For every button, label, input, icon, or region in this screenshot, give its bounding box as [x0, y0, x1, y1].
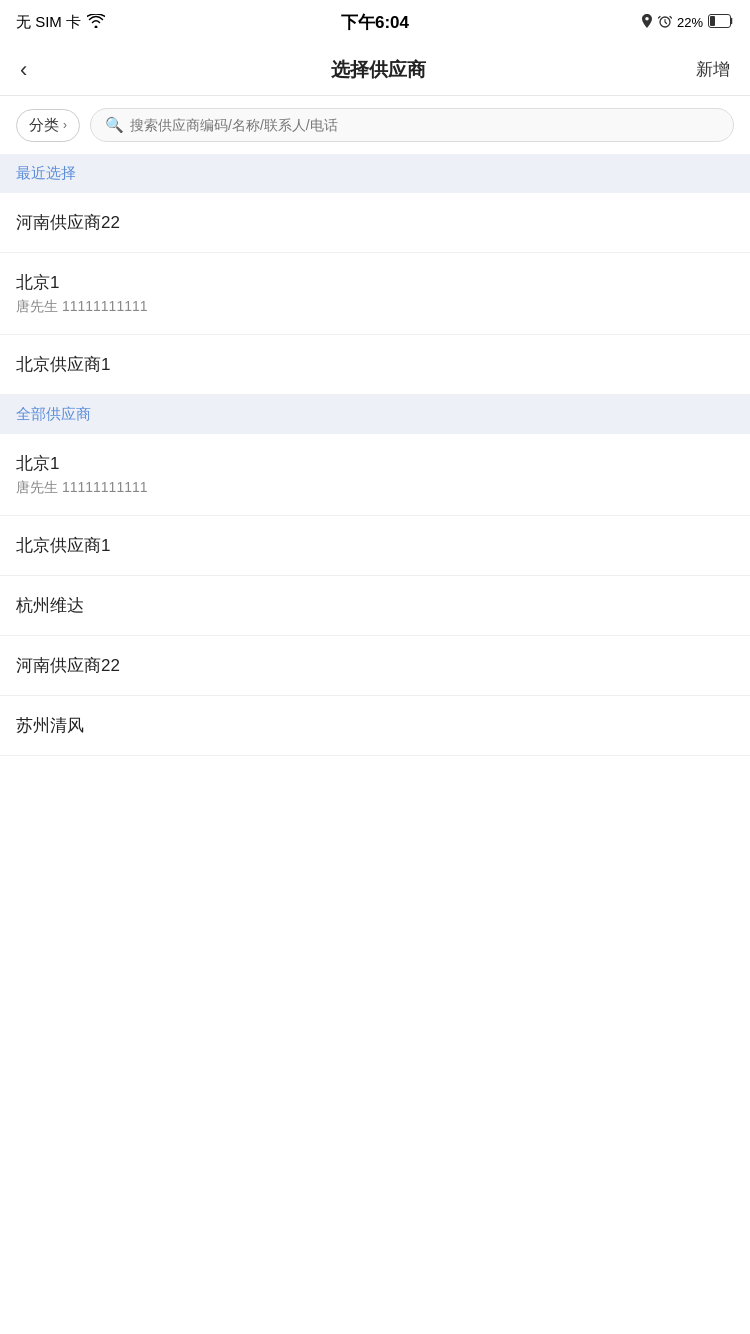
supplier-name: 北京供应商1 — [16, 534, 734, 557]
search-icon: 🔍 — [105, 116, 124, 134]
category-label: 分类 — [29, 116, 59, 135]
filter-row: 分类 › 🔍 — [0, 96, 750, 154]
status-right: 22% — [641, 14, 734, 31]
recent-section-label: 最近选择 — [16, 164, 76, 181]
list-item[interactable]: 北京供应商1 — [0, 335, 750, 395]
list-item[interactable]: 北京1 唐先生 11111111111 — [0, 434, 750, 516]
svg-rect-2 — [710, 16, 715, 26]
nav-bar: ‹ 选择供应商 新增 — [0, 44, 750, 96]
category-arrow-icon: › — [63, 118, 67, 132]
search-input[interactable] — [130, 117, 719, 133]
status-bar: 无 SIM 卡 下午6:04 22% — [0, 0, 750, 44]
search-container: 🔍 — [90, 108, 734, 142]
recent-items-list: 河南供应商22 北京1 唐先生 11111111111 北京供应商1 — [0, 193, 750, 395]
supplier-name: 苏州清风 — [16, 714, 734, 737]
supplier-name: 北京供应商1 — [16, 353, 734, 376]
list-item[interactable]: 河南供应商22 — [0, 636, 750, 696]
add-button[interactable]: 新增 — [696, 58, 730, 81]
supplier-name: 河南供应商22 — [16, 654, 734, 677]
list-item[interactable]: 苏州清风 — [0, 696, 750, 756]
list-item[interactable]: 河南供应商22 — [0, 193, 750, 253]
supplier-name: 河南供应商22 — [16, 211, 734, 234]
battery-icon — [708, 14, 734, 31]
back-button[interactable]: ‹ — [20, 57, 60, 83]
all-section-label: 全部供应商 — [16, 405, 91, 422]
alarm-icon — [658, 14, 672, 31]
status-left: 无 SIM 卡 — [16, 13, 105, 32]
recent-section-header: 最近选择 — [0, 154, 750, 193]
category-button[interactable]: 分类 › — [16, 109, 80, 142]
all-items-list: 北京1 唐先生 11111111111 北京供应商1 杭州维达 河南供应商22 … — [0, 434, 750, 756]
list-item[interactable]: 杭州维达 — [0, 576, 750, 636]
list-item[interactable]: 北京供应商1 — [0, 516, 750, 576]
all-section-header: 全部供应商 — [0, 395, 750, 434]
supplier-name: 北京1 — [16, 271, 734, 294]
page-title: 选择供应商 — [331, 57, 426, 83]
list-item[interactable]: 北京1 唐先生 11111111111 — [0, 253, 750, 335]
supplier-contact: 唐先生 11111111111 — [16, 298, 734, 316]
carrier-text: 无 SIM 卡 — [16, 13, 81, 32]
wifi-icon — [87, 14, 105, 31]
supplier-name: 杭州维达 — [16, 594, 734, 617]
status-time: 下午6:04 — [341, 11, 409, 34]
supplier-name: 北京1 — [16, 452, 734, 475]
location-icon — [641, 14, 653, 31]
supplier-contact: 唐先生 11111111111 — [16, 479, 734, 497]
battery-text: 22% — [677, 15, 703, 30]
